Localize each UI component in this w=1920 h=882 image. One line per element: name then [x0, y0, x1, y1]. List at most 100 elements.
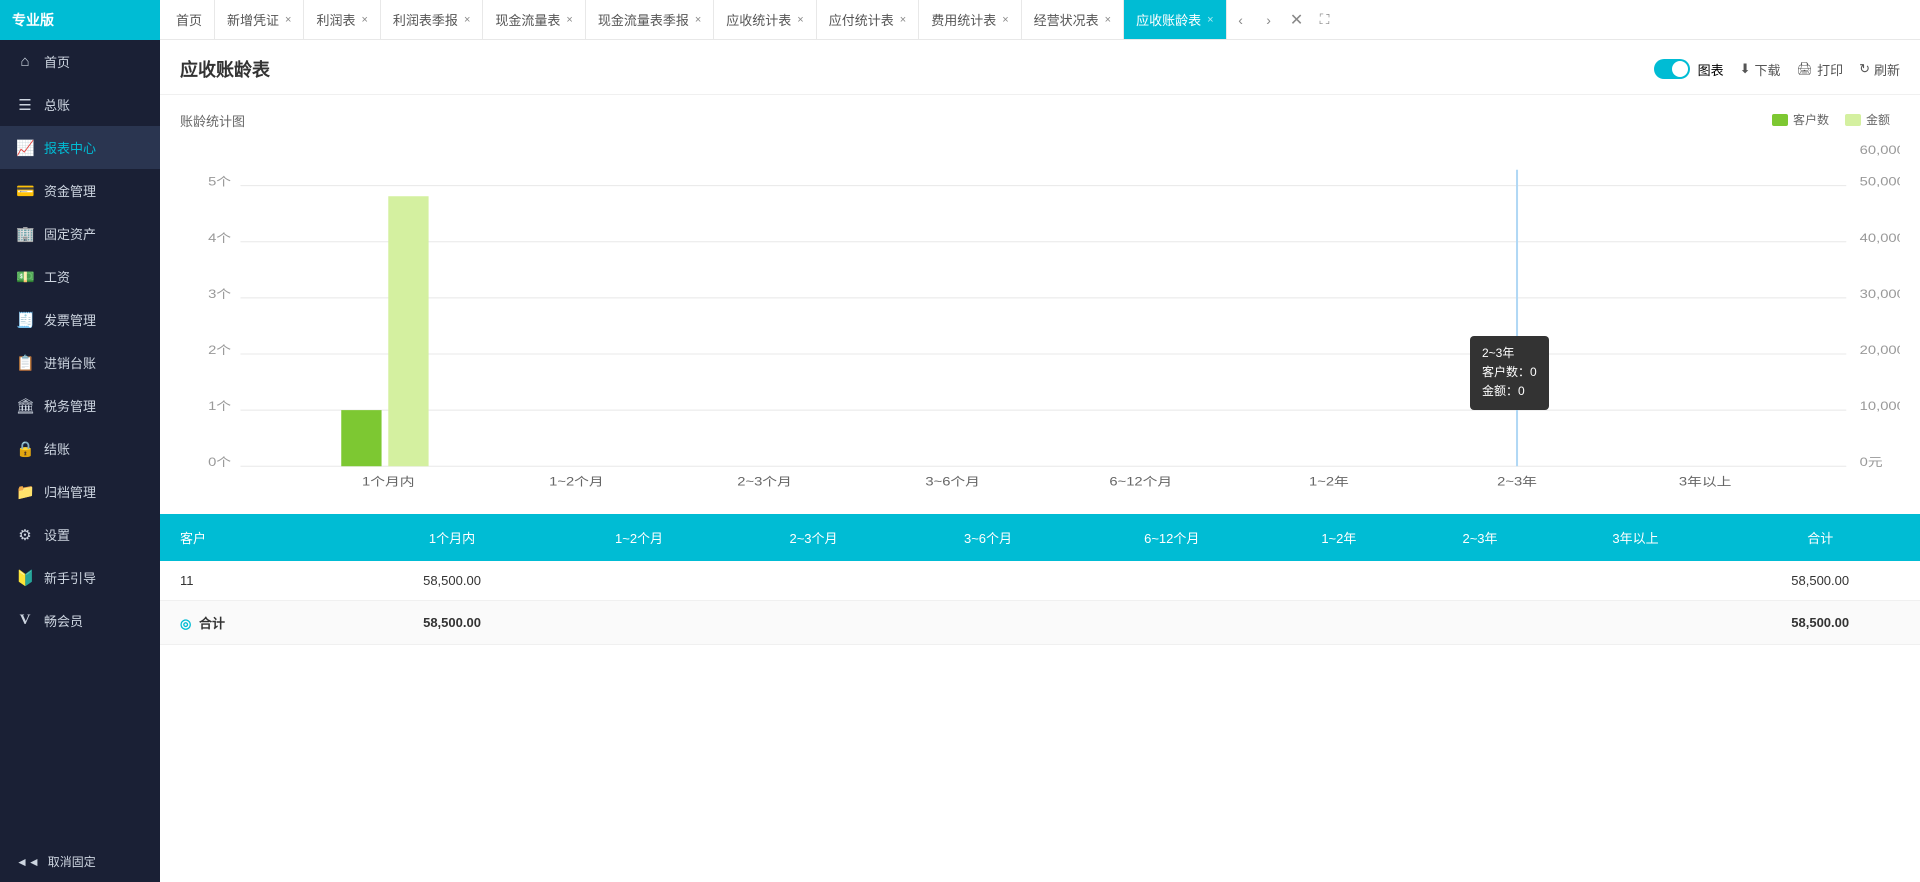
sidebar-item-member[interactable]: V 畅会员 — [0, 599, 160, 642]
main-content: 首页 新增凭证 × 利润表 × 利润表季报 × 现金流量表 × 现金流量表季报 … — [160, 0, 1920, 882]
tab-business-close[interactable]: × — [1105, 14, 1111, 26]
sidebar-item-guide[interactable]: 🔰 新手引导 — [0, 556, 160, 599]
tab-profit-q[interactable]: 利润表季报 × — [381, 0, 483, 39]
chart-title: 账龄统计图 — [180, 111, 1900, 130]
sidebar-item-settings[interactable]: ⚙ 设置 — [0, 513, 160, 556]
total-total: 58,500.00 — [1720, 601, 1920, 645]
refresh-button[interactable]: ↻ 刷新 — [1859, 60, 1900, 79]
app-logo: 专业版 — [0, 0, 160, 40]
bar-amount-1 — [388, 196, 428, 466]
tab-cashflow-label: 现金流量表 — [495, 10, 560, 29]
invoice-icon: 🧾 — [16, 311, 34, 329]
legend-amount-label: 金额 — [1866, 111, 1890, 128]
tab-ar-stat[interactable]: 应收统计表 × — [714, 0, 816, 39]
ledger-icon: ☰ — [16, 96, 34, 114]
cell-year12 — [1268, 561, 1409, 601]
svg-text:0个: 0个 — [208, 456, 231, 469]
sidebar-label-archive: 归档管理 — [44, 482, 96, 501]
sidebar-item-tax[interactable]: 🏛 税务管理 — [0, 384, 160, 427]
svg-text:3年以上: 3年以上 — [1679, 475, 1732, 488]
guide-icon: 🔰 — [16, 569, 34, 587]
cell-year23 — [1409, 561, 1550, 601]
cell-month23 — [726, 561, 900, 601]
sidebar-item-home[interactable]: ⌂ 首页 — [0, 40, 160, 83]
cell-month12 — [552, 561, 726, 601]
th-year23: 2~3年 — [1409, 514, 1550, 561]
svg-text:50,000.00元: 50,000.00元 — [1860, 175, 1900, 188]
tab-scroll-left[interactable]: ‹ — [1227, 0, 1255, 39]
svg-text:3个: 3个 — [208, 287, 231, 300]
print-label: 打印 — [1817, 60, 1843, 79]
tab-voucher-close[interactable]: × — [285, 14, 291, 26]
tab-ap-stat[interactable]: 应付统计表 × — [817, 0, 919, 39]
print-button[interactable]: 🖨 打印 — [1797, 60, 1844, 79]
svg-text:1个: 1个 — [208, 400, 231, 413]
total-icon: ◎ — [180, 616, 191, 631]
download-button[interactable]: ⬇ 下载 — [1740, 60, 1781, 79]
tab-ap-stat-close[interactable]: × — [900, 14, 906, 26]
sidebar-label-home: 首页 — [44, 52, 70, 71]
unpin-button[interactable]: ◄◄ 取消固定 — [0, 841, 160, 882]
tab-profit-q-close[interactable]: × — [464, 14, 470, 26]
svg-text:2个: 2个 — [208, 343, 231, 356]
tab-profit-close[interactable]: × — [361, 14, 367, 26]
fund-icon: 💳 — [16, 182, 34, 200]
sidebar-label-ledger: 总账 — [44, 95, 70, 114]
tab-ap-stat-label: 应付统计表 — [829, 10, 894, 29]
table-total-row: ◎ 合计 58,500.00 58,500.00 — [160, 601, 1920, 645]
sidebar-label-fund: 资金管理 — [44, 181, 96, 200]
chart-toggle[interactable]: 图表 — [1654, 59, 1724, 79]
legend-customer-label: 客户数 — [1793, 111, 1829, 128]
sales-icon: 📋 — [16, 354, 34, 372]
tab-cashflow-q[interactable]: 现金流量表季报 × — [586, 0, 714, 39]
tab-business-label: 经营状况表 — [1034, 10, 1099, 29]
svg-text:3~6个月: 3~6个月 — [925, 475, 980, 488]
tab-scroll-right[interactable]: › — [1255, 0, 1283, 39]
th-total: 合计 — [1720, 514, 1920, 561]
sidebar-item-ledger[interactable]: ☰ 总账 — [0, 83, 160, 126]
th-month36: 3~6个月 — [901, 514, 1075, 561]
sidebar-item-report[interactable]: 📈 报表中心 — [0, 126, 160, 169]
tab-expense[interactable]: 费用统计表 × — [919, 0, 1021, 39]
tab-home[interactable]: 首页 — [164, 0, 215, 39]
toggle-track[interactable] — [1654, 59, 1690, 79]
svg-text:20,000.00元: 20,000.00元 — [1860, 343, 1900, 356]
sidebar-item-invoice[interactable]: 🧾 发票管理 — [0, 298, 160, 341]
sidebar: 专业版 ⌂ 首页 ☰ 总账 📈 报表中心 💳 资金管理 🏢 固定资产 💵 工资 … — [0, 0, 160, 882]
total-month612 — [1075, 601, 1268, 645]
legend-customer: 客户数 — [1772, 111, 1829, 128]
tab-ar-aging[interactable]: 应收账龄表 × — [1124, 0, 1226, 39]
tab-voucher[interactable]: 新增凭证 × — [215, 0, 304, 39]
tab-business[interactable]: 经营状况表 × — [1022, 0, 1124, 39]
settings-icon: ⚙ — [16, 526, 34, 544]
sidebar-item-fund[interactable]: 💳 资金管理 — [0, 169, 160, 212]
cell-total: 58,500.00 — [1720, 561, 1920, 601]
sidebar-item-close[interactable]: 🔒 结账 — [0, 427, 160, 470]
sidebar-label-guide: 新手引导 — [44, 568, 96, 587]
sidebar-item-archive[interactable]: 📁 归档管理 — [0, 470, 160, 513]
refresh-label: 刷新 — [1874, 60, 1900, 79]
asset-icon: 🏢 — [16, 225, 34, 243]
tab-expense-label: 费用统计表 — [931, 10, 996, 29]
svg-text:5个: 5个 — [208, 175, 231, 188]
tab-profit[interactable]: 利润表 × — [304, 0, 380, 39]
tab-cashflow[interactable]: 现金流量表 × — [483, 0, 585, 39]
tab-cashflow-close[interactable]: × — [566, 14, 572, 26]
tab-ar-aging-close[interactable]: × — [1207, 14, 1213, 26]
sidebar-item-asset[interactable]: 🏢 固定资产 — [0, 212, 160, 255]
total-month23 — [726, 601, 900, 645]
total-month36 — [901, 601, 1075, 645]
tab-expand[interactable]: ⛶ — [1311, 0, 1339, 39]
sidebar-item-sales[interactable]: 📋 进销台账 — [0, 341, 160, 384]
refresh-icon: ↻ — [1859, 61, 1870, 77]
tab-close-all[interactable]: ✕ — [1283, 0, 1311, 39]
svg-text:1个月内: 1个月内 — [362, 475, 415, 488]
tab-cashflow-q-close[interactable]: × — [695, 14, 701, 26]
tab-expense-close[interactable]: × — [1002, 14, 1008, 26]
sidebar-label-asset: 固定资产 — [44, 224, 96, 243]
tab-ar-stat-close[interactable]: × — [797, 14, 803, 26]
sidebar-label-member: 畅会员 — [44, 611, 83, 630]
sidebar-item-salary[interactable]: 💵 工资 — [0, 255, 160, 298]
sidebar-label-report: 报表中心 — [44, 138, 96, 157]
page-title: 应收账龄表 — [180, 56, 270, 82]
